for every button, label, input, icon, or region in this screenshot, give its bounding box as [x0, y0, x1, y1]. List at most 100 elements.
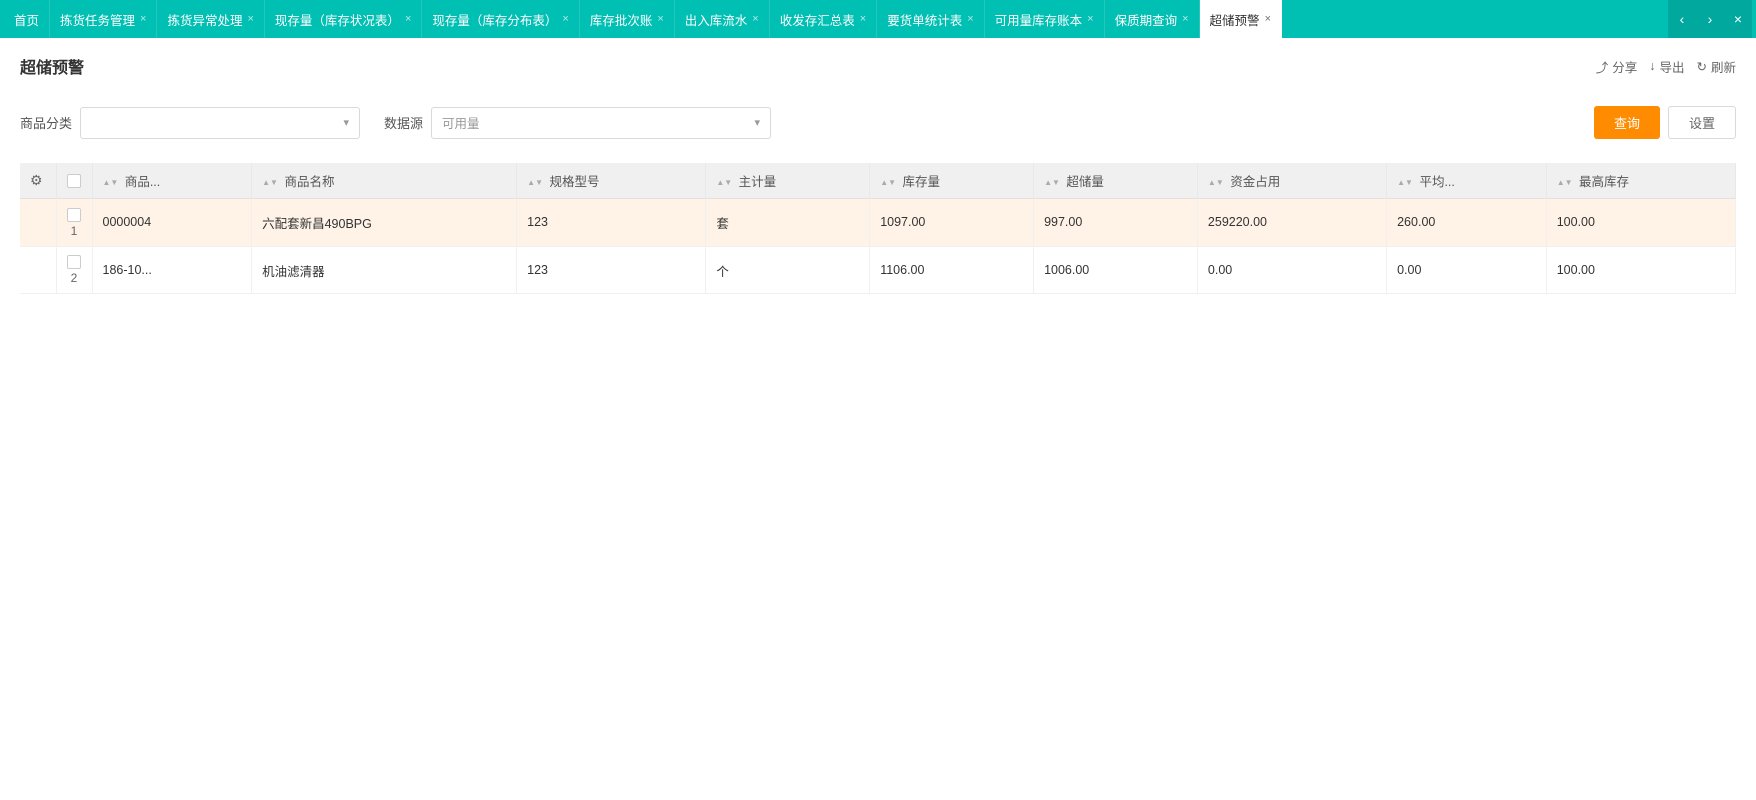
settings-button[interactable]: 设置 [1668, 106, 1736, 139]
spec-cell: 123 [517, 246, 706, 294]
nav-inventory-status[interactable]: 现存量（库存状况表） × [265, 0, 422, 38]
nav-summary[interactable]: 收发存汇总表 × [770, 0, 877, 38]
row-checkbox[interactable] [67, 207, 82, 222]
max-stock-cell: 100.00 [1546, 246, 1735, 294]
gear-icon[interactable]: ⚙ [30, 172, 43, 188]
nav-order-stats[interactable]: 要货单统计表 × [877, 0, 984, 38]
page-header: 超储预警 ⤴ 分享 ↓ 导出 ↻ 刷新 [20, 54, 1736, 78]
filter-actions: 查询 设置 [1594, 106, 1736, 139]
stock-cell: 1106.00 [870, 246, 1034, 294]
close-icon[interactable]: × [860, 13, 866, 25]
close-icon[interactable]: × [140, 13, 146, 25]
datasource-select[interactable]: 可用量 ▾ [431, 107, 771, 139]
close-icon[interactable]: × [752, 13, 758, 25]
row-number: 1 [56, 199, 92, 247]
nav-more-arrow[interactable]: × [1724, 0, 1752, 38]
export-icon: ↓ [1649, 59, 1655, 73]
row-gear-cell [20, 199, 56, 247]
category-label: 商品分类 [20, 113, 72, 132]
sort-icon: ▲▼ [1557, 179, 1573, 187]
close-icon[interactable]: × [247, 13, 253, 25]
datasource-label: 数据源 [384, 113, 423, 132]
close-icon[interactable]: × [657, 13, 663, 25]
checkbox-column-header [56, 163, 92, 199]
category-select[interactable]: ▾ [80, 107, 360, 139]
product-name-cell: 机油滤清器 [252, 246, 517, 294]
gear-column-header: ⚙ [20, 163, 56, 199]
overstock-cell: 1006.00 [1034, 246, 1198, 294]
nav-right-arrow[interactable]: › [1696, 0, 1724, 38]
nav-arrows: ‹ › × [1668, 0, 1752, 38]
stock-header[interactable]: ▲▼ 库存量 [870, 163, 1034, 199]
close-icon[interactable]: × [967, 13, 973, 25]
share-icon: ⤴ [1596, 57, 1609, 76]
close-icon[interactable]: × [562, 13, 568, 25]
product-name-cell: 六配套新昌490BPG [252, 199, 517, 247]
export-button[interactable]: ↓ 导出 [1649, 57, 1684, 76]
nav-shelf-life[interactable]: 保质期查询 × [1105, 0, 1200, 38]
stock-cell: 1097.00 [870, 199, 1034, 247]
avg-header[interactable]: ▲▼ 平均... [1387, 163, 1547, 199]
capital-cell: 0.00 [1197, 246, 1386, 294]
filter-row: 商品分类 ▾ 数据源 可用量 ▾ 查询 设置 [20, 94, 1736, 151]
share-button[interactable]: ⤴ 分享 [1596, 57, 1638, 76]
category-filter: 商品分类 ▾ [20, 107, 360, 139]
refresh-icon: ↻ [1697, 59, 1707, 74]
unit-cell: 套 [706, 199, 870, 247]
refresh-button[interactable]: ↻ 刷新 [1697, 57, 1737, 76]
spec-cell: 123 [517, 199, 706, 247]
table-row: 1 0000004 六配套新昌490BPG 123 套 1097.00 997.… [20, 199, 1736, 247]
chevron-down-icon: ▾ [343, 116, 349, 129]
datasource-value: 可用量 [442, 113, 480, 132]
chevron-down-icon: ▾ [755, 116, 761, 129]
close-icon[interactable]: × [1265, 13, 1271, 25]
row-checkbox[interactable] [67, 255, 82, 270]
close-icon[interactable]: × [1182, 13, 1188, 25]
close-icon[interactable]: × [1087, 13, 1093, 25]
nav-left-arrow[interactable]: ‹ [1668, 0, 1696, 38]
nav-batch-account[interactable]: 库存批次账 × [580, 0, 675, 38]
avg-cell: 260.00 [1387, 199, 1547, 247]
row-number: 2 [56, 246, 92, 294]
datasource-filter: 数据源 可用量 ▾ [384, 107, 771, 139]
sort-icon: ▲▼ [262, 179, 278, 187]
sort-icon: ▲▼ [880, 179, 896, 187]
product-code-cell: 0000004 [92, 199, 252, 247]
nav-exception[interactable]: 拣货异常处理 × [157, 0, 264, 38]
capital-cell: 259220.00 [1197, 199, 1386, 247]
unit-header[interactable]: ▲▼ 主计量 [706, 163, 870, 199]
navigation-bar: 首页 拣货任务管理 × 拣货异常处理 × 现存量（库存状况表） × 现存量（库存… [0, 0, 1756, 38]
sort-icon: ▲▼ [1044, 179, 1060, 187]
nav-available-stock[interactable]: 可用量库存账本 × [985, 0, 1105, 38]
overstock-header[interactable]: ▲▼ 超储量 [1034, 163, 1198, 199]
product-code-header[interactable]: ▲▼ 商品... [92, 163, 252, 199]
max-stock-header[interactable]: ▲▼ 最高库存 [1546, 163, 1735, 199]
product-name-header[interactable]: ▲▼ 商品名称 [252, 163, 517, 199]
max-stock-cell: 100.00 [1546, 199, 1735, 247]
sort-icon: ▲▼ [716, 179, 732, 187]
query-button[interactable]: 查询 [1594, 106, 1660, 139]
sort-icon: ▲▼ [103, 179, 119, 187]
header-checkbox[interactable] [67, 174, 81, 188]
header-actions: ⤴ 分享 ↓ 导出 ↻ 刷新 [1596, 57, 1736, 76]
spec-header[interactable]: ▲▼ 规格型号 [517, 163, 706, 199]
sort-icon: ▲▼ [1208, 179, 1224, 187]
close-icon[interactable]: × [405, 13, 411, 25]
nav-inventory-dist[interactable]: 现存量（库存分布表） × [422, 0, 579, 38]
sort-icon: ▲▼ [527, 179, 543, 187]
product-code-cell: 186-10... [92, 246, 252, 294]
nav-task-mgmt[interactable]: 拣货任务管理 × [50, 0, 157, 38]
table-row: 2 186-10... 机油滤清器 123 个 1106.00 1006.00 … [20, 246, 1736, 294]
capital-header[interactable]: ▲▼ 资金占用 [1197, 163, 1386, 199]
row-gear-cell [20, 246, 56, 294]
nav-home[interactable]: 首页 [4, 0, 50, 38]
avg-cell: 0.00 [1387, 246, 1547, 294]
nav-overstock-warning[interactable]: 超储预警 × [1200, 0, 1282, 38]
table-body: 1 0000004 六配套新昌490BPG 123 套 1097.00 997.… [20, 199, 1736, 294]
overstock-cell: 997.00 [1034, 199, 1198, 247]
unit-cell: 个 [706, 246, 870, 294]
data-table: ⚙ ▲▼ 商品... ▲▼ 商品名称 ▲▼ 规格型号 ▲▼ [20, 163, 1736, 294]
page-title: 超储预警 [20, 54, 84, 78]
nav-inout-flow[interactable]: 出入库流水 × [675, 0, 770, 38]
main-content: 超储预警 ⤴ 分享 ↓ 导出 ↻ 刷新 商品分类 ▾ 数据源 [0, 38, 1756, 800]
